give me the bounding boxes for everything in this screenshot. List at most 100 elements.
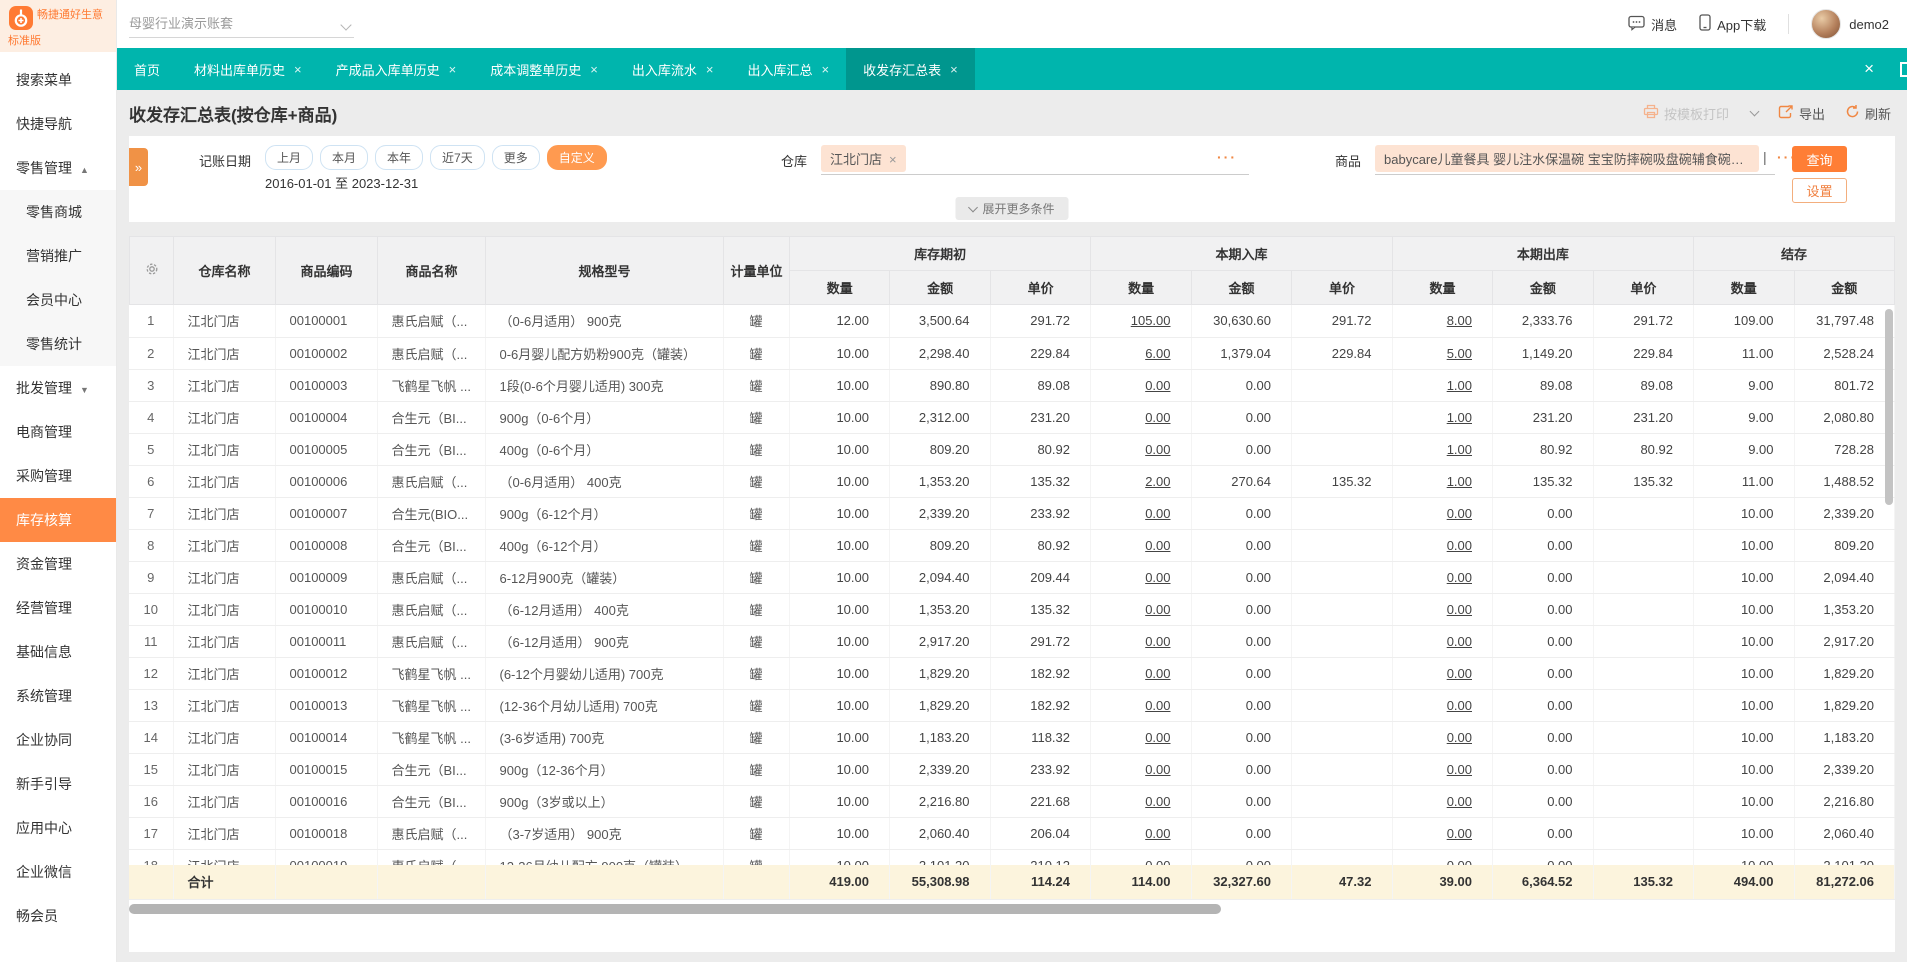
warehouse-input[interactable] (821, 174, 1249, 175)
out-qty-link[interactable]: 0.00 (1447, 666, 1472, 681)
date-preset-pill[interactable]: 本月 (320, 145, 369, 170)
in-qty-link[interactable]: 0.00 (1145, 634, 1170, 649)
collapse-filter-handle[interactable]: » (129, 148, 148, 186)
horizontal-scrollbar-thumb[interactable] (129, 903, 1221, 914)
sidebar-item[interactable]: 库存核算 (0, 498, 116, 542)
out-qty-link[interactable]: 1.00 (1447, 442, 1472, 457)
sidebar-item[interactable]: 新手引导 (0, 762, 116, 806)
column-settings-gear[interactable] (129, 236, 174, 305)
messages-button[interactable]: 消息 (1628, 15, 1677, 34)
product-tag[interactable]: babycare儿童餐具 婴儿注水保温碗 宝宝防摔碗吸盘碗辅食碗勺套装 雀湖绿 (1375, 145, 1759, 172)
out-qty-link[interactable]: 0.00 (1447, 698, 1472, 713)
in-qty-link[interactable]: 0.00 (1145, 506, 1170, 521)
print-by-template-button[interactable]: 按模板打印 (1643, 104, 1729, 123)
sidebar-item[interactable]: 采购管理 (0, 454, 116, 498)
warehouse-picker-ellipsis[interactable]: ··· (1217, 149, 1237, 165)
sidebar-item[interactable]: 资金管理 (0, 542, 116, 586)
in-qty-link[interactable]: 0.00 (1145, 858, 1170, 866)
date-preset-pill[interactable]: 更多 (491, 145, 540, 170)
close-tab-icon[interactable]: × (821, 62, 829, 77)
out-qty-link[interactable]: 0.00 (1447, 538, 1472, 553)
sidebar-item[interactable]: 企业协同 (0, 718, 116, 762)
out-qty-link[interactable]: 1.00 (1447, 410, 1472, 425)
in-qty-link[interactable]: 0.00 (1145, 442, 1170, 457)
app-download-button[interactable]: App下载 (1699, 14, 1766, 34)
sidebar-item[interactable]: 零售统计 (0, 322, 116, 366)
out-qty-link[interactable]: 5.00 (1447, 346, 1472, 361)
chevron-down-icon[interactable] (1749, 106, 1760, 117)
date-preset-pill[interactable]: 本年 (375, 145, 424, 170)
in-qty-link[interactable]: 0.00 (1145, 378, 1170, 393)
in-qty-link[interactable]: 0.00 (1145, 826, 1170, 841)
out-qty-link[interactable]: 0.00 (1447, 826, 1472, 841)
fullscreen-icon[interactable] (1900, 61, 1907, 77)
sidebar-item[interactable]: 畅会员 (0, 894, 116, 938)
close-tab-icon[interactable]: × (706, 62, 714, 77)
close-tab-icon[interactable]: × (294, 62, 302, 77)
date-preset-pill[interactable]: 上月 (265, 145, 314, 170)
close-tab-icon[interactable]: × (449, 62, 457, 77)
tab-item[interactable]: 首页 (117, 48, 177, 90)
in-qty-link[interactable]: 0.00 (1145, 570, 1170, 585)
sidebar-item[interactable]: 应用中心 (0, 806, 116, 850)
out-qty-link[interactable]: 1.00 (1447, 474, 1472, 489)
in-qty-link[interactable]: 0.00 (1145, 602, 1170, 617)
expand-more-conditions-button[interactable]: 展开更多条件 (955, 197, 1069, 220)
tab-active[interactable]: 收发存汇总表 × (846, 48, 975, 90)
in-qty-link[interactable]: 105.00 (1131, 313, 1171, 328)
close-tab-icon[interactable]: × (590, 62, 598, 77)
date-custom-pill[interactable]: 自定义 (546, 145, 607, 170)
sidebar-item[interactable]: 零售商城 (0, 190, 116, 234)
in-qty-link[interactable]: 2.00 (1145, 474, 1170, 489)
in-qty-link[interactable]: 0.00 (1145, 730, 1170, 745)
date-range-value[interactable]: 2016-01-01 至 2023-12-31 (265, 173, 418, 192)
in-qty-link[interactable]: 0.00 (1145, 762, 1170, 777)
vertical-scrollbar-thumb[interactable] (1885, 309, 1893, 505)
out-qty-link[interactable]: 0.00 (1447, 730, 1472, 745)
tab-item[interactable]: 出入库流水 × (615, 48, 731, 90)
sidebar-item[interactable]: 基础信息 (0, 630, 116, 674)
out-qty-link[interactable]: 0.00 (1447, 858, 1472, 866)
settings-button[interactable]: 设置 (1792, 178, 1847, 203)
out-qty-link[interactable]: 0.00 (1447, 602, 1472, 617)
tab-item[interactable]: 出入库汇总 × (730, 48, 846, 90)
sidebar-item[interactable]: 经营管理 (0, 586, 116, 630)
close-tabs-icon[interactable]: × (1864, 59, 1874, 79)
out-qty-link[interactable]: 8.00 (1447, 313, 1472, 328)
sidebar-item[interactable]: 快捷导航 (0, 102, 116, 146)
cell-amount: 89.08 (1492, 369, 1594, 402)
in-qty-link[interactable]: 0.00 (1145, 666, 1170, 681)
tab-item[interactable]: 成本调整单历史 × (473, 48, 615, 90)
sidebar-item[interactable]: 搜索菜单 (0, 58, 116, 102)
in-qty-link[interactable]: 0.00 (1145, 410, 1170, 425)
out-qty-link[interactable]: 0.00 (1447, 634, 1472, 649)
sidebar-item[interactable]: 营销推广 (0, 234, 116, 278)
account-selector[interactable]: 母婴行业演示账套 (129, 10, 354, 38)
tab-item[interactable]: 材料出库单历史 × (177, 48, 319, 90)
sidebar-item[interactable]: 会员中心 (0, 278, 116, 322)
export-button[interactable]: 导出 (1778, 104, 1825, 123)
close-tab-icon[interactable]: × (950, 62, 958, 77)
out-qty-link[interactable]: 0.00 (1447, 506, 1472, 521)
warehouse-tag[interactable]: 江北门店 × (821, 145, 906, 172)
product-input[interactable] (1375, 174, 1775, 175)
out-qty-link[interactable]: 0.00 (1447, 570, 1472, 585)
sidebar-item[interactable]: 系统管理 (0, 674, 116, 718)
out-qty-link[interactable]: 1.00 (1447, 378, 1472, 393)
out-qty-link[interactable]: 0.00 (1447, 794, 1472, 809)
search-button[interactable]: 查询 (1792, 146, 1847, 172)
in-qty-link[interactable]: 0.00 (1145, 698, 1170, 713)
in-qty-link[interactable]: 0.00 (1145, 794, 1170, 809)
in-qty-link[interactable]: 6.00 (1145, 346, 1170, 361)
sidebar-item[interactable]: 企业微信 (0, 850, 116, 894)
date-preset-pill[interactable]: 近7天 (430, 145, 485, 170)
sidebar-item[interactable]: 电商管理 (0, 410, 116, 454)
in-qty-link[interactable]: 0.00 (1145, 538, 1170, 553)
sidebar-item[interactable]: 零售管理 ▲ (0, 146, 116, 190)
out-qty-link[interactable]: 0.00 (1447, 762, 1472, 777)
sidebar-item[interactable]: 批发管理 ▼ (0, 366, 116, 410)
user-menu[interactable]: demo2 (1811, 9, 1889, 39)
remove-warehouse-icon[interactable]: × (889, 152, 897, 167)
refresh-button[interactable]: 刷新 (1845, 104, 1891, 123)
tab-item[interactable]: 产成品入库单历史 × (319, 48, 474, 90)
